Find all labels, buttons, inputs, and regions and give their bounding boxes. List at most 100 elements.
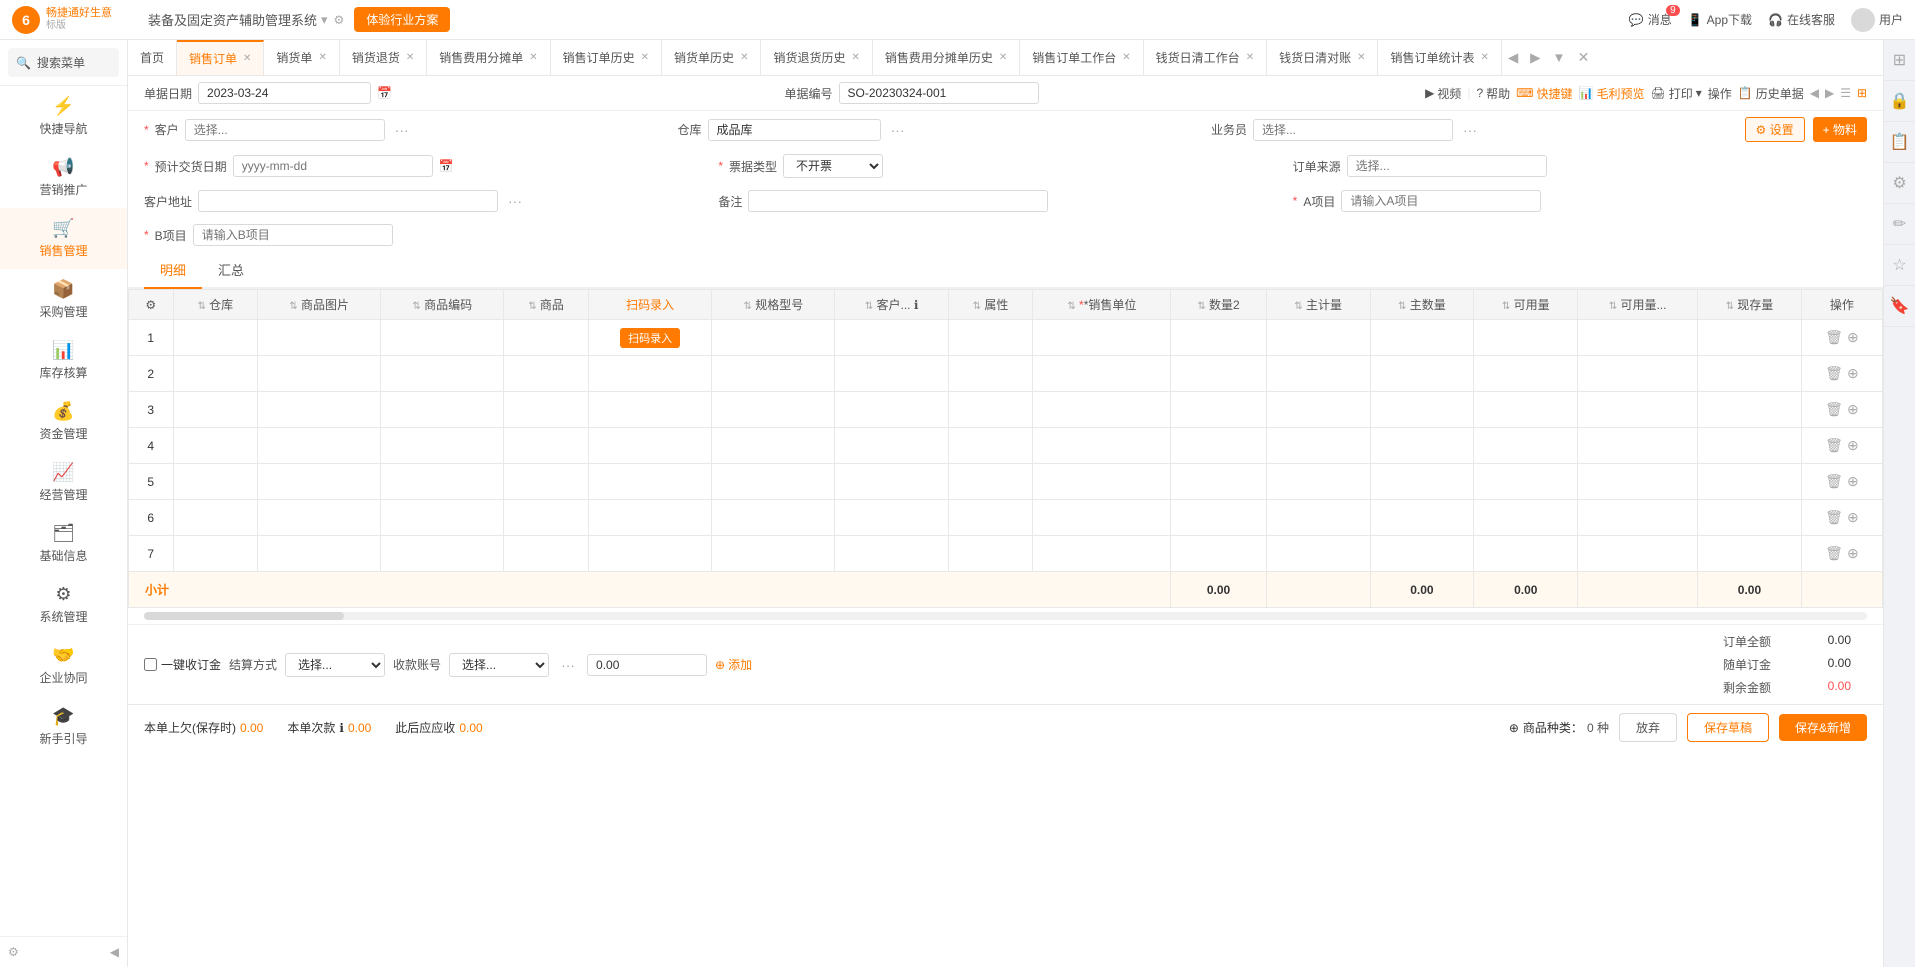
- row1-product[interactable]: [504, 320, 589, 356]
- tab-close-order-workbench[interactable]: ✕: [1122, 52, 1130, 63]
- row6-copy-icon[interactable]: ⊕: [1847, 509, 1859, 526]
- shortcut-button[interactable]: ⌨ 快捷键: [1516, 85, 1572, 102]
- right-panel-btn1[interactable]: ⊞: [1884, 40, 1915, 81]
- receipt-account-select[interactable]: 选择...: [449, 653, 549, 677]
- row1-spec[interactable]: [712, 320, 835, 356]
- tab-sales-order[interactable]: 销售订单 ✕: [177, 40, 264, 76]
- list-view-icon[interactable]: ☰: [1840, 86, 1851, 100]
- row1-main-unit[interactable]: [1266, 320, 1370, 356]
- row4-delete-icon[interactable]: 🗑: [1825, 437, 1843, 454]
- sidebar-item-operations[interactable]: 📈 经营管理: [0, 452, 127, 513]
- tab-close-daily-reconcile[interactable]: ✕: [1357, 52, 1365, 63]
- ticket-type-select[interactable]: 不开票: [783, 154, 883, 178]
- history-button[interactable]: 📋 历史单据: [1738, 85, 1804, 102]
- customer-more-icon[interactable]: ···: [391, 122, 413, 138]
- tab-sales-shipment[interactable]: 销货单 ✕: [264, 40, 339, 76]
- online-service-button[interactable]: 🎧 在线客服: [1768, 11, 1835, 28]
- tab-close-sales-order[interactable]: ✕: [243, 53, 251, 64]
- tab-close-sales-shipment[interactable]: ✕: [318, 52, 326, 63]
- row5-delete-icon[interactable]: 🗑: [1825, 473, 1843, 490]
- amount-input[interactable]: [587, 654, 707, 676]
- col-settings[interactable]: ⚙: [129, 290, 174, 320]
- solution-button[interactable]: 体验行业方案: [354, 7, 450, 32]
- delivery-date-input[interactable]: [233, 155, 433, 177]
- row1-code[interactable]: [381, 320, 504, 356]
- save-draft-button[interactable]: 保存草稿: [1687, 713, 1769, 742]
- right-panel-btn6[interactable]: ☆: [1884, 245, 1915, 286]
- operations-button[interactable]: 操作: [1708, 85, 1732, 102]
- nav-next-icon[interactable]: ▶: [1825, 86, 1834, 100]
- row7-delete-icon[interactable]: 🗑: [1825, 545, 1843, 562]
- message-button[interactable]: 💬 消息 9: [1629, 11, 1672, 28]
- view-video-button[interactable]: ▶ 视频: [1425, 85, 1461, 102]
- sidebar-item-base[interactable]: 🗂 基础信息: [0, 513, 127, 574]
- warehouse-input[interactable]: [708, 119, 881, 141]
- row1-copy-icon[interactable]: ⊕: [1847, 329, 1859, 346]
- product-count-icon[interactable]: ⊕: [1509, 721, 1519, 735]
- delivery-calendar-icon[interactable]: 📅: [439, 159, 454, 173]
- sidebar-collapse-icon[interactable]: ◀: [110, 945, 119, 959]
- date-input[interactable]: [198, 82, 371, 104]
- sidebar-item-enterprise[interactable]: 🤝 企业协同: [0, 635, 127, 696]
- sidebar-item-inventory[interactable]: 📊 库存核算: [0, 330, 127, 391]
- row1-main-qty[interactable]: [1370, 320, 1474, 356]
- add-button[interactable]: ⊕ 添加: [715, 656, 752, 673]
- sidebar-item-guide[interactable]: 🎓 新手引导: [0, 696, 127, 757]
- help-button[interactable]: ? 帮助: [1476, 85, 1510, 102]
- right-panel-btn5[interactable]: ✏: [1884, 204, 1915, 245]
- row1-warehouse[interactable]: [173, 320, 258, 356]
- calendar-icon[interactable]: 📅: [377, 86, 392, 100]
- one-click-deposit-checkbox[interactable]: 一键收订金: [144, 656, 221, 673]
- profit-preview-button[interactable]: 📊 毛利预览: [1578, 85, 1644, 102]
- customer-input[interactable]: [185, 119, 385, 141]
- warehouse-more-icon[interactable]: ···: [887, 122, 909, 138]
- abandon-button[interactable]: 放弃: [1619, 713, 1677, 742]
- row1-delete-icon[interactable]: 🗑: [1825, 329, 1843, 346]
- sidebar-item-sales[interactable]: 🛒 销售管理: [0, 208, 127, 269]
- row1-attr[interactable]: [948, 320, 1033, 356]
- settings-icon[interactable]: ⚙: [334, 13, 345, 27]
- tab-close-return-history[interactable]: ✕: [851, 52, 859, 63]
- tab-close-order-history[interactable]: ✕: [641, 52, 649, 63]
- salesperson-input[interactable]: [1253, 119, 1453, 141]
- search-menu-button[interactable]: 🔍 搜索菜单: [8, 48, 119, 77]
- row6-delete-icon[interactable]: 🗑: [1825, 509, 1843, 526]
- right-panel-btn4[interactable]: ⚙: [1884, 163, 1915, 204]
- row3-copy-icon[interactable]: ⊕: [1847, 401, 1859, 418]
- row4-copy-icon[interactable]: ⊕: [1847, 437, 1859, 454]
- credit-info-icon[interactable]: ℹ: [339, 721, 344, 735]
- tab-home[interactable]: 首页: [128, 40, 177, 76]
- print-dropdown-icon[interactable]: ▾: [1696, 86, 1702, 100]
- customer-addr-input[interactable]: [198, 190, 498, 212]
- tab-close-sales-return[interactable]: ✕: [406, 52, 414, 63]
- order-no-input[interactable]: [839, 82, 1039, 104]
- payment-method-select[interactable]: 选择...: [285, 653, 385, 677]
- tab-close-sales-expense[interactable]: ✕: [529, 52, 537, 63]
- tab-expense-history[interactable]: 销售费用分摊单历史 ✕: [873, 40, 1020, 76]
- row2-delete-icon[interactable]: 🗑: [1825, 365, 1843, 382]
- tab-sales-stats[interactable]: 销售订单统计表 ✕: [1378, 40, 1501, 76]
- print-button[interactable]: 🖨 打印 ▾: [1650, 85, 1701, 102]
- tab-prev-button[interactable]: ◀: [1502, 40, 1524, 76]
- row2-warehouse[interactable]: [173, 356, 258, 392]
- add-material-button[interactable]: + 物料: [1813, 117, 1867, 142]
- sidebar-item-quick-nav[interactable]: ⚡ 快捷导航: [0, 86, 127, 147]
- dropdown-arrow-icon[interactable]: ▾: [321, 12, 328, 28]
- tab-sales-expense[interactable]: 销售费用分摊单 ✕: [427, 40, 550, 76]
- tab-close-sales-stats[interactable]: ✕: [1481, 52, 1489, 63]
- tab-sales-order-history[interactable]: 销售订单历史 ✕: [551, 40, 662, 76]
- tab-summary[interactable]: 汇总: [202, 252, 260, 287]
- b-project-input[interactable]: [193, 224, 393, 246]
- note-input[interactable]: [748, 190, 1048, 212]
- tab-sales-return[interactable]: 销货退货 ✕: [340, 40, 427, 76]
- tab-daily-workbench[interactable]: 钱货日清工作台 ✕: [1144, 40, 1267, 76]
- sidebar-settings-icon[interactable]: ⚙: [8, 945, 19, 959]
- receipt-more-icon[interactable]: ···: [557, 657, 579, 673]
- app-download-button[interactable]: 📱 App下载: [1688, 11, 1752, 28]
- right-panel-btn2[interactable]: 🔒: [1884, 81, 1915, 122]
- tab-menu-button[interactable]: ▼: [1546, 40, 1571, 76]
- tab-return-history[interactable]: 销货退货历史 ✕: [761, 40, 872, 76]
- row7-copy-icon[interactable]: ⊕: [1847, 545, 1859, 562]
- sidebar-item-marketing[interactable]: 📢 营销推广: [0, 147, 127, 208]
- row3-delete-icon[interactable]: 🗑: [1825, 401, 1843, 418]
